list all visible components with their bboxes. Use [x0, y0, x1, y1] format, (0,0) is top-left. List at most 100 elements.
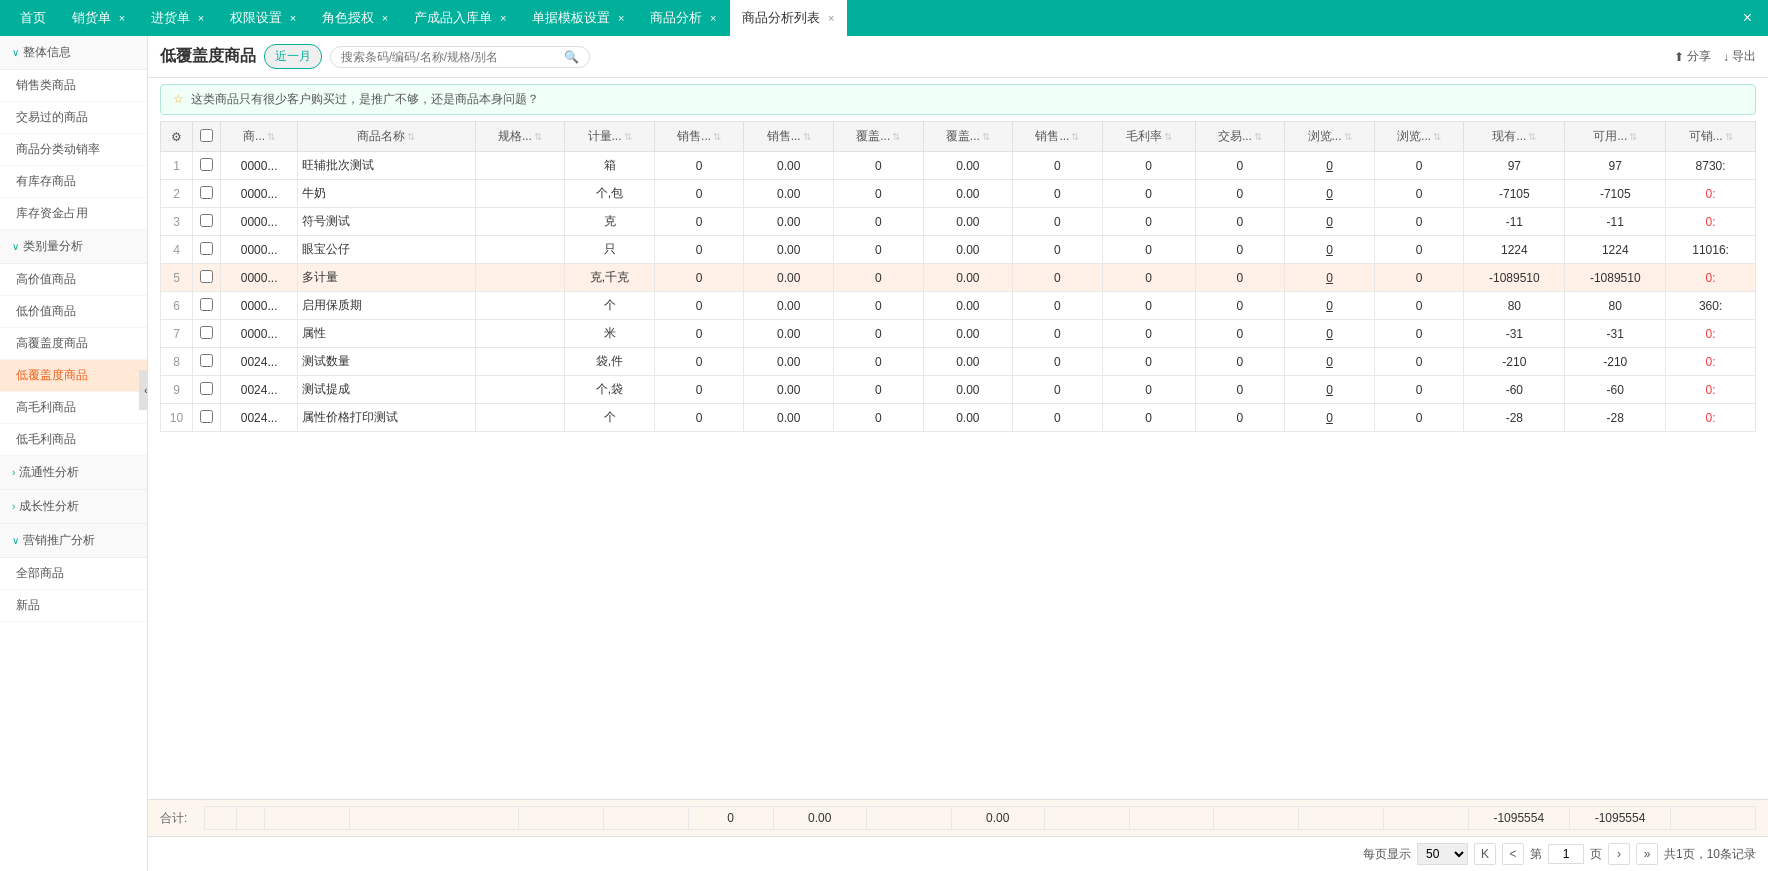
page-number-input[interactable]	[1548, 844, 1584, 864]
row-browse1-9[interactable]: 0	[1285, 376, 1375, 404]
nav-analysis-list-close[interactable]: ×	[828, 12, 834, 24]
col-unit[interactable]: 计量...⇅	[565, 122, 655, 152]
sidebar-item-occupy-capital[interactable]: 库存资金占用	[0, 198, 147, 230]
row-select-checkbox-2[interactable]	[200, 186, 213, 199]
col-spec[interactable]: 规格...⇅	[475, 122, 565, 152]
select-all-checkbox[interactable]	[200, 129, 213, 142]
col-browse1[interactable]: 浏览...⇅	[1285, 122, 1375, 152]
date-filter-button[interactable]: 近一月	[264, 44, 322, 69]
row-select-checkbox-8[interactable]	[200, 354, 213, 367]
sidebar-item-high-value[interactable]: 高价值商品	[0, 264, 147, 296]
nav-purchase[interactable]: 进货单 ×	[139, 0, 216, 36]
row-select-checkbox-6[interactable]	[200, 298, 213, 311]
col-settings[interactable]: ⚙	[161, 122, 193, 152]
col-current-stock[interactable]: 现有...⇅	[1464, 122, 1565, 152]
row-cov2-7: 0.00	[923, 320, 1013, 348]
sidebar-section-category[interactable]: ∨ 类别量分析	[0, 230, 147, 264]
col-sales-amt[interactable]: 销售...⇅	[744, 122, 834, 152]
row-browse1-6[interactable]: 0	[1285, 292, 1375, 320]
col-coverage1[interactable]: 覆盖...⇅	[833, 122, 923, 152]
row-select-checkbox-7[interactable]	[200, 326, 213, 339]
sidebar-item-high-coverage[interactable]: 高覆盖度商品	[0, 328, 147, 360]
search-input[interactable]	[341, 50, 560, 64]
sidebar-item-low-coverage[interactable]: 低覆盖度商品	[0, 360, 147, 392]
sidebar-item-new-goods[interactable]: 新品	[0, 590, 147, 622]
nav-sales[interactable]: 销货单 ×	[60, 0, 137, 36]
row-browse1-8[interactable]: 0	[1285, 348, 1375, 376]
nav-permissions-close[interactable]: ×	[290, 12, 296, 24]
row-name-2[interactable]: 牛奶	[298, 180, 475, 208]
row-name-8[interactable]: 测试数量	[298, 348, 475, 376]
row-browse1-4[interactable]: 0	[1285, 236, 1375, 264]
row-select-checkbox-1[interactable]	[200, 158, 213, 171]
row-select-checkbox-9[interactable]	[200, 382, 213, 395]
col-available[interactable]: 可用...⇅	[1565, 122, 1666, 152]
nav-home[interactable]: 首页	[8, 0, 58, 36]
nav-products-in-close[interactable]: ×	[500, 12, 506, 24]
row-select-checkbox-5[interactable]	[200, 270, 213, 283]
col-transaction[interactable]: 交易...⇅	[1195, 122, 1285, 152]
top-navigation: 首页 销货单 × 进货单 × 权限设置 × 角色授权 × 产成品入库单 × 单据…	[0, 0, 1768, 36]
prev-page-button[interactable]: <	[1502, 843, 1524, 865]
nav-roles-close[interactable]: ×	[382, 12, 388, 24]
col-code[interactable]: 商...⇅	[221, 122, 298, 152]
sidebar-section-overall[interactable]: ∨ 整体信息	[0, 36, 147, 70]
sidebar-item-sales-goods[interactable]: 销售类商品	[0, 70, 147, 102]
sidebar-item-low-profit[interactable]: 低毛利商品	[0, 424, 147, 456]
nav-purchase-close[interactable]: ×	[198, 12, 204, 24]
col-gross-margin[interactable]: 毛利率⇅	[1102, 122, 1195, 152]
sidebar-item-high-profit[interactable]: 高毛利商品	[0, 392, 147, 424]
nav-analysis-list[interactable]: 商品分析列表 ×	[730, 0, 846, 36]
row-name-6[interactable]: 启用保质期	[298, 292, 475, 320]
row-name-4[interactable]: 眼宝公仔	[298, 236, 475, 264]
row-select-checkbox-10[interactable]	[200, 410, 213, 423]
row-browse1-7[interactable]: 0	[1285, 320, 1375, 348]
sidebar-item-all-goods[interactable]: 全部商品	[0, 558, 147, 590]
search-icon[interactable]: 🔍	[564, 50, 579, 64]
col-sellable[interactable]: 可销...⇅	[1666, 122, 1756, 152]
sidebar-collapse-btn[interactable]: «	[139, 370, 148, 410]
sidebar-item-category-active[interactable]: 商品分类动销率	[0, 134, 147, 166]
nav-sales-close[interactable]: ×	[119, 12, 125, 24]
last-page-button[interactable]: »	[1636, 843, 1658, 865]
col-checkbox	[193, 122, 221, 152]
sidebar-item-low-value[interactable]: 低价值商品	[0, 296, 147, 328]
row-name-9[interactable]: 测试提成	[298, 376, 475, 404]
row-name-10[interactable]: 属性价格打印测试	[298, 404, 475, 432]
sidebar-item-traded-goods[interactable]: 交易过的商品	[0, 102, 147, 134]
row-browse1-5[interactable]: 0	[1285, 264, 1375, 292]
nav-products-in[interactable]: 产成品入库单 ×	[402, 0, 518, 36]
next-page-button[interactable]: ›	[1608, 843, 1630, 865]
share-button[interactable]: ⬆ 分享	[1674, 48, 1711, 65]
window-close-button[interactable]: ×	[1735, 9, 1760, 27]
nav-analysis-close[interactable]: ×	[710, 12, 716, 24]
row-browse1-2[interactable]: 0	[1285, 180, 1375, 208]
settings-icon[interactable]: ⚙	[171, 130, 182, 144]
nav-templates[interactable]: 单据模板设置 ×	[520, 0, 636, 36]
per-page-select[interactable]: 50 10 20 100	[1417, 843, 1468, 865]
row-name-5[interactable]: 多计量	[298, 264, 475, 292]
sidebar-item-have-stock[interactable]: 有库存商品	[0, 166, 147, 198]
sidebar-section-growth[interactable]: › 成长性分析	[0, 490, 147, 524]
col-browse2[interactable]: 浏览...⇅	[1374, 122, 1464, 152]
sidebar-section-liquidity[interactable]: › 流通性分析	[0, 456, 147, 490]
col-sales-profit[interactable]: 销售...⇅	[1013, 122, 1103, 152]
first-page-button[interactable]: K	[1474, 843, 1496, 865]
row-name-3[interactable]: 符号测试	[298, 208, 475, 236]
row-browse1-10[interactable]: 0	[1285, 404, 1375, 432]
row-browse1-1[interactable]: 0	[1285, 152, 1375, 180]
row-name-1[interactable]: 旺辅批次测试	[298, 152, 475, 180]
row-select-checkbox-4[interactable]	[200, 242, 213, 255]
sidebar-section-marketing[interactable]: ∨ 营销推广分析	[0, 524, 147, 558]
col-name[interactable]: 商品名称⇅	[298, 122, 475, 152]
nav-roles[interactable]: 角色授权 ×	[310, 0, 400, 36]
export-button[interactable]: ↓ 导出	[1723, 48, 1756, 65]
nav-permissions[interactable]: 权限设置 ×	[218, 0, 308, 36]
row-browse1-3[interactable]: 0	[1285, 208, 1375, 236]
col-sales-qty[interactable]: 销售...⇅	[654, 122, 744, 152]
col-coverage2[interactable]: 覆盖...⇅	[923, 122, 1013, 152]
nav-templates-close[interactable]: ×	[618, 12, 624, 24]
row-select-checkbox-3[interactable]	[200, 214, 213, 227]
row-name-7[interactable]: 属性	[298, 320, 475, 348]
nav-analysis[interactable]: 商品分析 ×	[638, 0, 728, 36]
